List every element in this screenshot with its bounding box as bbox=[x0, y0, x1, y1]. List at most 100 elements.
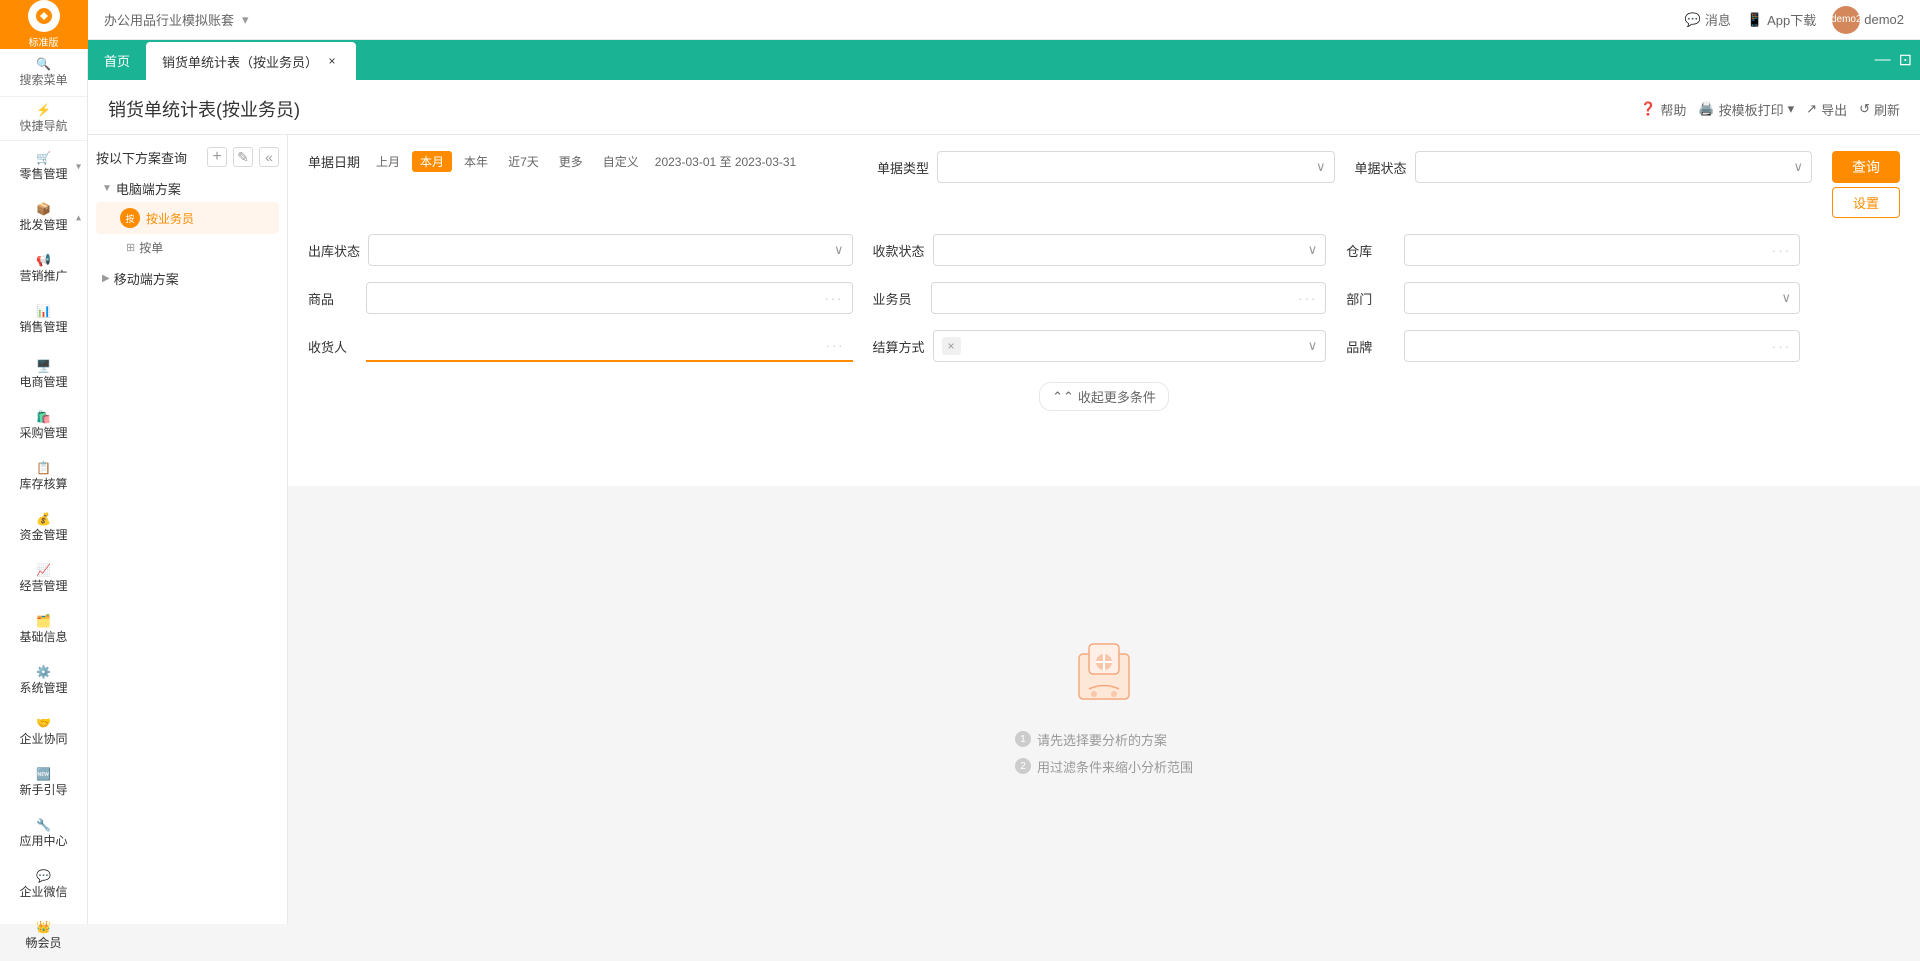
wholesale-icon: 📦 bbox=[36, 202, 51, 216]
date-tab-this-month[interactable]: 本月 bbox=[412, 151, 452, 172]
logo-icon bbox=[28, 0, 60, 32]
search-button[interactable]: 查询 bbox=[1832, 151, 1900, 183]
download-icon: 📱 bbox=[1747, 12, 1763, 28]
export-button[interactable]: ↗ 导出 bbox=[1806, 100, 1847, 119]
date-tabs: 上月 本月 本年 近7天 更多 自定义 bbox=[368, 151, 647, 172]
status-dropdown[interactable]: ∨ bbox=[1415, 151, 1812, 183]
sidebar-item-sales[interactable]: 📊 销售管理 bbox=[0, 294, 87, 345]
user-avatar-action[interactable]: demo2 demo2 bbox=[1832, 6, 1904, 34]
filter-field-goods: 商品 ··· bbox=[308, 282, 853, 314]
staff-label: 业务员 bbox=[873, 289, 923, 308]
sidebar-item-retail[interactable]: 🛒 零售管理 ▾ bbox=[0, 141, 87, 192]
collapse-button[interactable]: ⌃⌃ 收起更多条件 bbox=[1039, 382, 1169, 411]
goods-dropdown[interactable]: ··· bbox=[366, 282, 853, 314]
sidebar-logo[interactable]: 标准版 bbox=[0, 0, 88, 49]
chevron-down-icon: ▼ bbox=[102, 183, 112, 194]
sidebar-item-collab[interactable]: 🤝 企业协同 bbox=[0, 706, 87, 757]
tab-home[interactable]: 首页 bbox=[88, 40, 146, 80]
settings-button[interactable]: 设置 bbox=[1832, 187, 1900, 218]
sidebar-item-wechat[interactable]: 💬 企业微信 bbox=[0, 859, 87, 910]
filter-field-outstatus: 出库状态 ∨ bbox=[308, 234, 853, 266]
system-icon: ⚙️ bbox=[36, 665, 51, 679]
app-download-action[interactable]: 📱 App下载 bbox=[1747, 10, 1816, 29]
refresh-button[interactable]: ↺ 刷新 bbox=[1859, 100, 1900, 119]
help-button[interactable]: ❓ 帮助 bbox=[1640, 100, 1686, 119]
sidebar-item-purchase[interactable]: 🛍️ 采购管理 bbox=[0, 400, 87, 451]
sidebar-item-inventory[interactable]: 📋 库存核算 bbox=[0, 451, 87, 502]
status-label: 单据状态 bbox=[1355, 158, 1407, 177]
dropdown-icon[interactable]: ▾ bbox=[242, 12, 249, 28]
sidebar-item-ecommerce[interactable]: 🖥️ 电商管理 bbox=[0, 349, 87, 400]
date-tab-7days[interactable]: 近7天 bbox=[500, 151, 547, 172]
sidebar-item-marketing[interactable]: 📢 营销推广 bbox=[0, 243, 87, 294]
staff-dropdown[interactable]: ··· bbox=[931, 282, 1327, 314]
sidebar-item-system[interactable]: ⚙️ 系统管理 bbox=[0, 655, 87, 706]
sidebar-search[interactable]: 🔍 搜索菜单 bbox=[0, 49, 87, 97]
type-dropdown[interactable]: ∨ bbox=[937, 151, 1334, 183]
template-print-button[interactable]: 🖨️ 按模板打印 ▾ bbox=[1698, 100, 1794, 119]
date-filter-row: 上月 本月 本年 近7天 更多 自定义 2023-03-01 至 2023-03… bbox=[368, 151, 857, 172]
top-header: 办公用品行业模拟账套 ▾ 💬 消息 📱 App下载 demo2 demo2 bbox=[88, 0, 1920, 40]
scheme-panel: 按以下方案查询 + ✎ « ▼ 电脑端方案 按 按业务员 bbox=[88, 135, 288, 924]
filter-field-type: 单据类型 ∨ bbox=[877, 151, 1335, 183]
wechat-icon: 💬 bbox=[36, 869, 51, 883]
tab-expand-icon[interactable]: ⊡ bbox=[1899, 50, 1912, 70]
payment-dropdown[interactable]: × ∨ bbox=[933, 330, 1327, 362]
app-title: 办公用品行业模拟账套 bbox=[104, 10, 234, 29]
filter-field-warehouse: 仓库 ··· bbox=[1346, 234, 1800, 266]
tip-num-1: 1 bbox=[1015, 731, 1031, 747]
scheme-category-pc-header[interactable]: ▼ 电脑端方案 bbox=[96, 175, 279, 202]
dept-label: 部门 bbox=[1346, 289, 1396, 308]
scheme-edit-button[interactable]: ✎ bbox=[233, 147, 253, 167]
outstatus-dropdown[interactable]: ∨ bbox=[368, 234, 852, 266]
tab-sales-stat[interactable]: 销货单统计表（按业务员） × bbox=[146, 42, 356, 80]
receiver-input[interactable]: ··· bbox=[366, 330, 853, 362]
brand-dropdown[interactable]: ··· bbox=[1404, 330, 1800, 362]
sidebar-item-member[interactable]: 👑 畅会员 bbox=[0, 910, 87, 961]
top-header-title: 办公用品行业模拟账套 ▾ bbox=[104, 10, 249, 29]
chevron-right-icon: ▶ bbox=[102, 273, 110, 284]
message-action[interactable]: 💬 消息 bbox=[1685, 10, 1731, 29]
empty-icon bbox=[1064, 634, 1144, 714]
collapse-row: ⌃⌃ 收起更多条件 bbox=[308, 378, 1900, 415]
dept-dropdown-arrow: ∨ bbox=[1781, 290, 1791, 306]
dept-dropdown[interactable]: ∨ bbox=[1404, 282, 1800, 314]
print-dropdown-icon: ▾ bbox=[1788, 101, 1795, 117]
scheme-item-by-staff[interactable]: 按 按业务员 bbox=[96, 202, 279, 234]
scheme-category-mobile-header[interactable]: ▶ 移动端方案 bbox=[96, 265, 279, 292]
scheme-sub-item-by-order[interactable]: ⊞ 按单 bbox=[96, 234, 279, 261]
main-content: 办公用品行业模拟账套 ▾ 💬 消息 📱 App下载 demo2 demo2 首页 bbox=[88, 0, 1920, 924]
payment-tag-close[interactable]: × bbox=[948, 339, 955, 353]
basics-icon: 🗂️ bbox=[36, 614, 51, 628]
filter-main: 单据日期 上月 本月 本年 近7天 更多 自定义 20 bbox=[288, 135, 1920, 486]
warehouse-dropdown[interactable]: ··· bbox=[1404, 234, 1800, 266]
scheme-category-pc-label: 电脑端方案 bbox=[116, 179, 181, 198]
sidebar-item-appcenter[interactable]: 🔧 应用中心 bbox=[0, 808, 87, 859]
sidebar-item-wholesale[interactable]: 📦 批发管理 ▴ bbox=[0, 192, 87, 243]
ecommerce-icon: 🖥️ bbox=[36, 359, 51, 373]
filter-field-payment: 结算方式 × ∨ bbox=[873, 330, 1327, 362]
out-label: 出库状态 bbox=[308, 241, 360, 260]
business-icon: 📈 bbox=[36, 563, 51, 577]
tab-close-button[interactable]: × bbox=[324, 53, 340, 69]
sidebar-item-basics[interactable]: 🗂️ 基础信息 bbox=[0, 604, 87, 655]
tab-minimize-icon[interactable]: — bbox=[1875, 51, 1891, 69]
scheme-collapse-button[interactable]: « bbox=[259, 147, 279, 167]
sidebar-item-finance[interactable]: 💰 资金管理 bbox=[0, 502, 87, 553]
scheme-add-button[interactable]: + bbox=[207, 147, 227, 167]
sidebar-item-business[interactable]: 📈 经营管理 bbox=[0, 553, 87, 604]
warehouse-dots: ··· bbox=[1772, 243, 1791, 258]
newguide-icon: 🆕 bbox=[36, 767, 51, 781]
sidebar-item-newguide[interactable]: 🆕 新手引导 bbox=[0, 757, 87, 808]
date-tab-last-month[interactable]: 上月 bbox=[368, 151, 408, 172]
refresh-icon: ↺ bbox=[1859, 101, 1870, 117]
sub-order-icon: ⊞ bbox=[126, 241, 135, 254]
date-tab-this-year[interactable]: 本年 bbox=[456, 151, 496, 172]
date-tab-custom[interactable]: 自定义 bbox=[595, 151, 647, 172]
print-icon: 🖨️ bbox=[1698, 101, 1714, 117]
pay-label: 收款状态 bbox=[873, 241, 925, 260]
date-tab-more[interactable]: 更多 bbox=[551, 151, 591, 172]
sidebar-quicknav[interactable]: ⚡ 快捷导航 bbox=[0, 97, 87, 141]
paystatus-dropdown[interactable]: ∨ bbox=[933, 234, 1327, 266]
filter-field-staff: 业务员 ··· bbox=[873, 282, 1327, 314]
